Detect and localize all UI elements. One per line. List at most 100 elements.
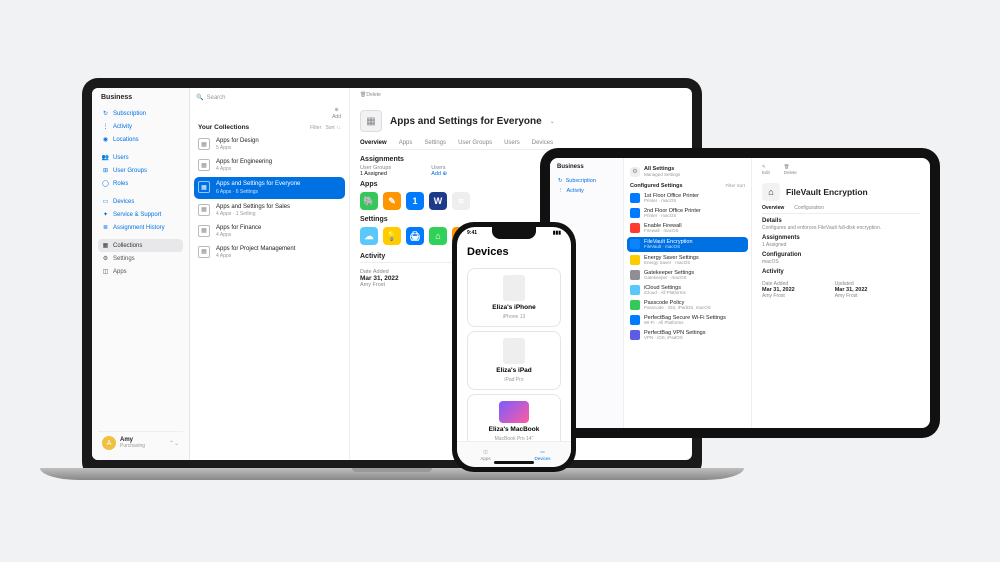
iphone-notch <box>492 227 536 239</box>
avatar: A <box>102 436 116 450</box>
setting-type-icon <box>630 300 640 310</box>
tab-devices[interactable]: Devices <box>532 140 553 146</box>
configured-setting-item[interactable]: 1st Floor Office PrinterPrinter · macOS <box>624 191 751 206</box>
nav-users[interactable]: 👥Users <box>98 151 183 164</box>
collection-item[interactable]: ▦Apps and Settings for Sales4 Apps · 1 S… <box>190 200 349 221</box>
collection-item[interactable]: ▦Apps for Finance4 Apps <box>190 221 349 242</box>
configured-setting-item[interactable]: Enable FirewallFirewall · macOS <box>624 221 751 236</box>
nav-user-groups[interactable]: ⊞User Groups <box>98 164 183 177</box>
nav-roles[interactable]: ◯Roles <box>98 177 183 190</box>
collection-box-icon: ▦ <box>198 159 210 171</box>
details-heading: Details <box>762 218 920 224</box>
settings-icon: ⚙ <box>102 255 109 262</box>
sort-button[interactable]: Sort <box>737 183 745 188</box>
location-icon: ◉ <box>102 136 109 143</box>
tab-user-groups[interactable]: User Groups <box>458 140 492 146</box>
collection-item[interactable]: ▦Apps for Engineering4 Apps <box>190 155 349 176</box>
devices-icon: ▭ <box>102 198 109 205</box>
configured-setting-item[interactable]: PerfectBag Secure Wi-Fi SettingsWi-Fi · … <box>624 313 751 328</box>
roles-icon: ◯ <box>102 180 109 187</box>
add-users-button[interactable]: Add ⊕ <box>431 171 447 177</box>
iphone-device: 9:41▮▮▮ Devices Eliza's iPhoneiPhone 13E… <box>452 222 576 472</box>
device-icon <box>503 338 525 364</box>
app-icon[interactable]: W <box>429 192 447 210</box>
nav-service-support[interactable]: ✦Service & Support <box>98 208 183 221</box>
device-icon <box>503 275 525 301</box>
tab-users[interactable]: Users <box>504 140 520 146</box>
setting-icon[interactable]: ☁ <box>360 227 378 245</box>
setting-icon[interactable]: 💡 <box>383 227 401 245</box>
add-button[interactable]: ⊕Add <box>332 107 341 120</box>
nav-activity[interactable]: ⋮Activity <box>555 186 618 196</box>
configured-setting-item[interactable]: FileVault EncryptionFileVault · macOS <box>627 237 748 252</box>
user-role: Purchasing <box>120 443 145 449</box>
configured-setting-item[interactable]: iCloud SettingsiCloud · All Platforms <box>624 283 751 298</box>
configured-setting-item[interactable]: Energy Saver SettingsEnergy Saver · macO… <box>624 253 751 268</box>
sort-button[interactable]: Sort ↑↓ <box>325 125 341 131</box>
tab-bar: Overview Configuration <box>762 205 920 214</box>
collection-box-icon: ▦ <box>198 204 210 216</box>
nav-devices[interactable]: ▭Devices <box>98 195 183 208</box>
setting-type-icon <box>630 239 640 249</box>
configured-setting-item[interactable]: Gatekeeper SettingsGatekeeper · macOS <box>624 268 751 283</box>
setting-type-icon <box>630 255 640 265</box>
macbook-base <box>40 468 744 480</box>
gear-icon: ⚙ <box>630 167 640 177</box>
nav-subscription[interactable]: ↻Subscription <box>98 107 183 120</box>
device-card[interactable]: Eliza's iPhoneiPhone 13 <box>467 268 561 327</box>
delete-button[interactable]: 🗑Delete <box>784 164 797 175</box>
tab-settings[interactable]: Settings <box>424 140 446 146</box>
nav-apps[interactable]: ◫Apps <box>98 265 183 278</box>
devices-list: Eliza's iPhoneiPhone 13Eliza's iPadiPad … <box>457 268 571 449</box>
collection-item[interactable]: ▦Apps for Project Management4 Apps <box>190 242 349 263</box>
tab-overview[interactable]: Overview <box>360 140 387 146</box>
configured-settings-list: 1st Floor Office PrinterPrinter · macOS2… <box>624 191 751 343</box>
tab-icon: ▭ <box>540 449 544 455</box>
ipad-main-panel: ✎Edit 🗑Delete ⌂ FileVault Encryption Ove… <box>752 158 930 428</box>
macbook-notch <box>362 78 422 86</box>
setting-icon[interactable]: 🖨 <box>406 227 424 245</box>
app-icon[interactable]: ✳ <box>475 192 493 210</box>
app-icon[interactable]: ✎ <box>383 192 401 210</box>
collection-box-icon: ▦ <box>198 181 210 193</box>
tab-apps[interactable]: Apps <box>399 140 413 146</box>
search-icon: 🔍 <box>196 94 203 101</box>
dropdown-icon[interactable]: ⌄ <box>550 118 555 125</box>
nav-collections[interactable]: ▦Collections <box>98 239 183 252</box>
tab-configuration[interactable]: Configuration <box>794 205 824 211</box>
tab-overview[interactable]: Overview <box>762 205 784 211</box>
assignments-heading: Assignments <box>762 235 920 241</box>
device-card[interactable]: Eliza's iPadiPad Pro <box>467 331 561 390</box>
collections-toolbar: ⊕Add <box>190 107 349 124</box>
collection-icon: ▦ <box>360 110 382 132</box>
collection-item[interactable]: ▦Apps for Design5 Apps <box>190 134 349 155</box>
filter-button[interactable]: Filter <box>725 183 735 188</box>
collection-item[interactable]: ▦Apps and Settings for Everyone6 Apps · … <box>194 177 345 198</box>
collections-list: ▦Apps for Design5 Apps▦Apps for Engineer… <box>190 134 349 263</box>
tab-icon: ◫ <box>483 449 487 455</box>
setting-icon[interactable]: ⌂ <box>429 227 447 245</box>
filter-button[interactable]: Filter <box>310 125 321 131</box>
app-icon[interactable]: 1 <box>406 192 424 210</box>
setting-type-icon <box>630 330 640 340</box>
current-user[interactable]: A Amy Purchasing ⌃⌄ <box>98 431 183 454</box>
configured-setting-item[interactable]: PerfectBag VPN SettingsVPN · iOS, iPadOS <box>624 328 751 343</box>
support-icon: ✦ <box>102 211 109 218</box>
nav-subscription[interactable]: ↻Subscription <box>555 176 618 186</box>
app-icon[interactable]: 🐘 <box>360 192 378 210</box>
ipad-device: Business ↻Subscription ⋮Activity ⚙ All S… <box>540 148 940 438</box>
collection-box-icon: ▦ <box>198 246 210 258</box>
nav-activity[interactable]: ⋮Activity <box>98 120 183 133</box>
all-settings-item[interactable]: ⚙ All SettingsManaged Settings <box>624 162 751 181</box>
nav-assignment-history[interactable]: ≣Assignment History <box>98 221 183 234</box>
edit-button[interactable]: ✎Edit <box>762 164 770 175</box>
configured-setting-item[interactable]: 2nd Floor Office PrinterPrinter · macOS <box>624 206 751 221</box>
search-input[interactable]: 🔍Search <box>190 88 349 107</box>
nav-locations[interactable]: ◉Locations <box>98 133 183 146</box>
app-icon[interactable]: ⌗ <box>452 192 470 210</box>
configured-setting-item[interactable]: Passcode PolicyPasscode · iOS, iPadOS, m… <box>624 298 751 313</box>
nav-settings[interactable]: ⚙Settings <box>98 252 183 265</box>
delete-button[interactable]: 🗑Delete <box>360 92 381 98</box>
page-title: FileVault Encryption <box>786 187 868 197</box>
groups-icon: ⊞ <box>102 167 109 174</box>
